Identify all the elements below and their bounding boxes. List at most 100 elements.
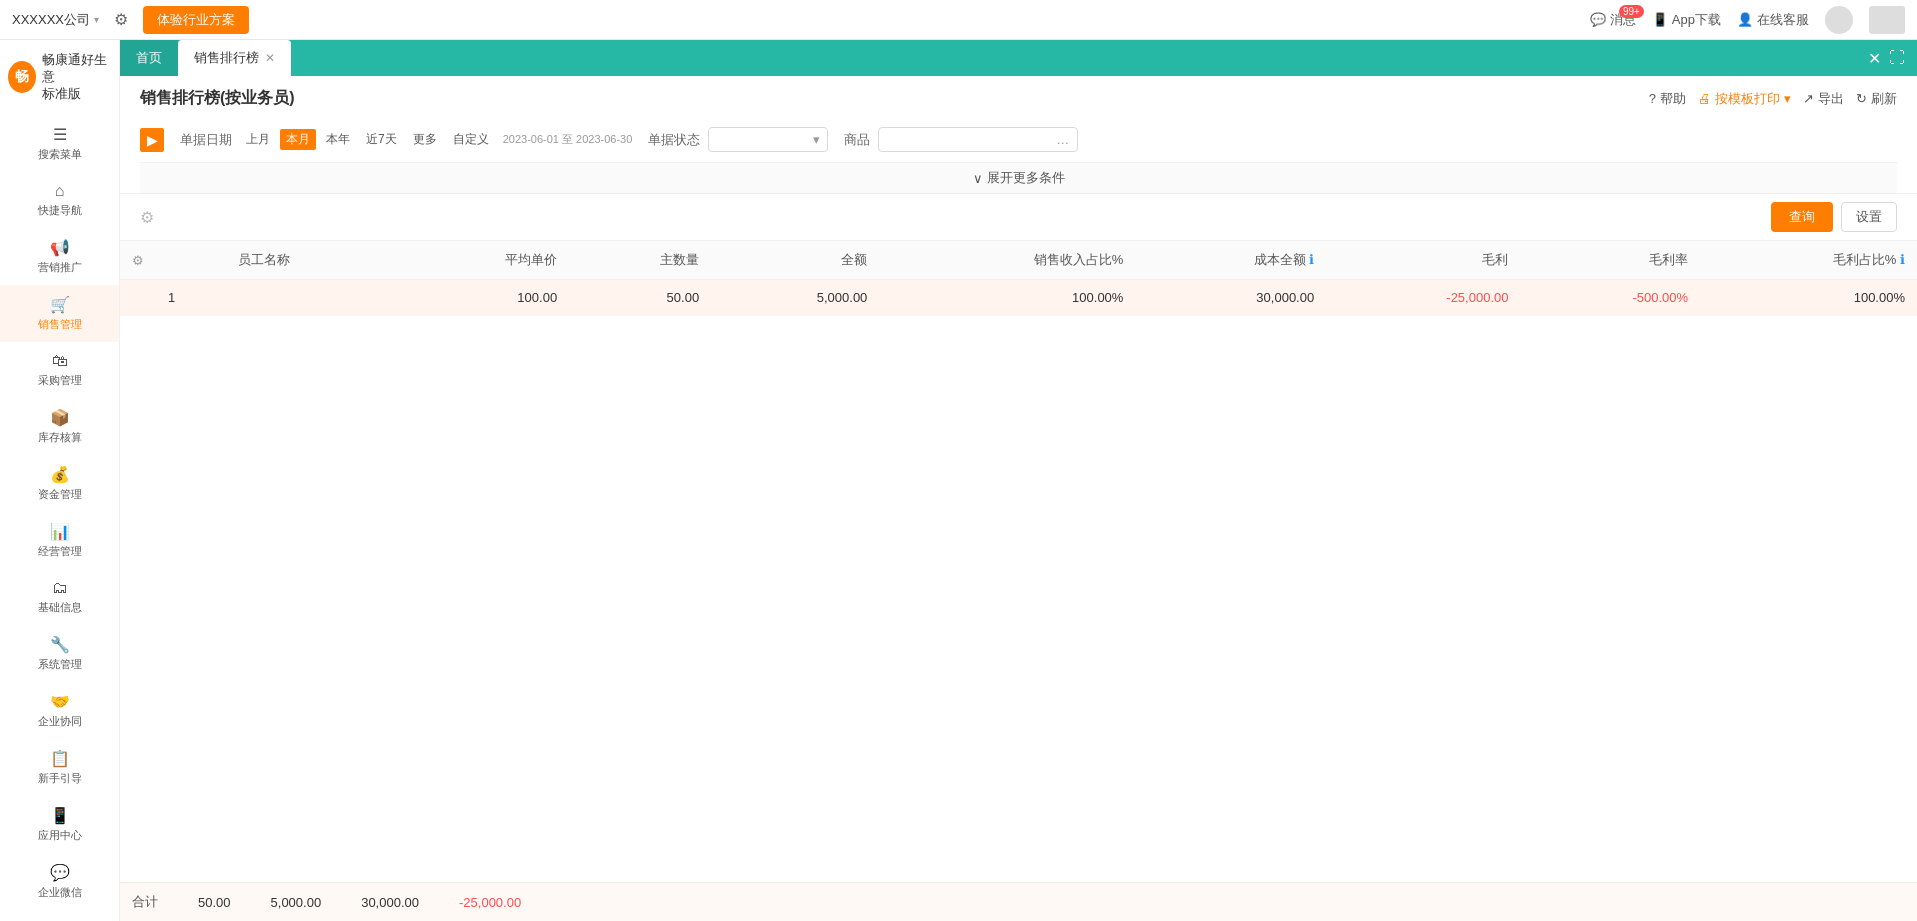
online-service-btn[interactable]: 👤 在线客服 [1737,11,1809,29]
footer-cost-amount: 30,000.00 [361,895,419,910]
print-btn[interactable]: 🖨 按模板打印 ▾ [1698,90,1791,108]
status-filter-group: 单据状态 ▾ [648,127,828,152]
sidebar-item-label: 营销推广 [38,260,82,275]
sales-icon: 🛒 [50,295,70,314]
sidebar-item-label: 应用中心 [38,828,82,843]
tab-bar: 首页 销售排行榜 ✕ ✕ ⛶ [120,40,1917,76]
sidebar-item-beginner-guide[interactable]: 📋 新手引导 [0,739,119,796]
sidebar-item-app-center[interactable]: 📱 应用中心 [0,796,119,853]
system-icon: 🔧 [50,635,70,654]
col-cost-amount: 成本全额 ℹ [1135,241,1326,280]
goods-more-icon[interactable]: … [1056,132,1069,147]
col-employee: 员工名称 [226,241,397,280]
sidebar-item-sales[interactable]: 🛒 销售管理 [0,285,119,342]
settings-button[interactable]: 设置 [1841,202,1897,232]
date-custom-btn[interactable]: 自定义 [447,129,495,150]
row-sales-pct: 100.00% [879,280,1135,316]
tab-close-all-btn[interactable]: ✕ [1868,49,1881,68]
row-avg-price: 100.00 [398,280,569,316]
beginner-guide-icon: 📋 [50,749,70,768]
avatar[interactable] [1825,6,1853,34]
tab-close-icon[interactable]: ✕ [265,51,275,65]
col-gross-profit: 毛利 [1326,241,1520,280]
sidebar-item-quick-nav[interactable]: ⌂ 快捷导航 [0,172,119,228]
toolbar-row: ⚙ 查询 设置 [120,194,1917,241]
row-settings [120,280,156,316]
sidebar-item-label: 经营管理 [38,544,82,559]
query-button[interactable]: 查询 [1771,202,1833,232]
filter-expand-btn[interactable]: ▶ [140,128,164,152]
expand-icon: ∨ [973,171,983,186]
online-service-label: 在线客服 [1757,11,1809,29]
sidebar-item-label: 基础信息 [38,600,82,615]
sidebar-item-enterprise-collab[interactable]: 🤝 企业协同 [0,682,119,739]
date-filter-label: 单据日期 [180,131,232,149]
col-gross-margin: 毛利率 [1520,241,1700,280]
footer-cost-item: 30,000.00 [361,895,419,910]
date-current-month-btn[interactable]: 本月 [280,129,316,150]
sidebar-item-vip[interactable]: V 畅会员 [0,910,119,921]
row-employee [226,280,397,316]
gross-pct-info-icon[interactable]: ℹ [1900,252,1905,267]
page-actions: ? 帮助 🖨 按模板打印 ▾ ↗ 导出 ↻ [1649,90,1897,108]
cost-info-icon[interactable]: ℹ [1309,252,1314,267]
footer-label: 合计 [132,893,158,911]
date-shortcuts: 上月 本月 本年 近7天 更多 自定义 [240,129,495,150]
data-table: ⚙ 员工名称 平均单价 主数量 全额 销售收入占比% 成本全额 ℹ 毛利 毛利率… [120,241,1917,316]
goods-filter-group: 商品 … [844,127,1078,152]
app-download-btn[interactable]: 📱 App下载 [1652,11,1721,29]
online-service-icon: 👤 [1737,12,1753,27]
sidebar-item-system[interactable]: 🔧 系统管理 [0,625,119,682]
footer-amount: 5,000.00 [271,895,322,910]
row-cost-amount: 30,000.00 [1135,280,1326,316]
refresh-btn[interactable]: ↻ 刷新 [1856,90,1897,108]
sidebar-item-enterprise-wechat[interactable]: 💬 企业微信 [0,853,119,910]
sales-rank-tab-label: 销售排行榜 [194,49,259,67]
column-settings-icon[interactable]: ⚙ [140,208,154,227]
logo-icon: 畅 [8,61,36,93]
sidebar-item-purchase[interactable]: 🛍 采购管理 [0,342,119,398]
settings-icon-btn[interactable]: ⚙ [107,6,135,34]
column-settings-area: ⚙ [140,208,1763,227]
status-select[interactable] [708,127,828,152]
table-footer: 合计 50.00 5,000.00 30,000.00 -25,000.00 [120,882,1917,921]
sidebar-item-inventory[interactable]: 📦 库存核算 [0,398,119,455]
date-more-btn[interactable]: 更多 [407,129,443,150]
export-btn[interactable]: ↗ 导出 [1803,90,1844,108]
sidebar-item-operation[interactable]: 📊 经营管理 [0,512,119,569]
expand-conditions-btn[interactable]: ∨ 展开更多条件 [973,169,1065,187]
tab-home[interactable]: 首页 [120,40,178,76]
sidebar-logo: 畅 畅康通好生意 标准版 [0,40,119,115]
sidebar-item-label: 新手引导 [38,771,82,786]
date-current-year-btn[interactable]: 本年 [320,129,356,150]
col-avg-price: 平均单价 [398,241,569,280]
company-selector[interactable]: XXXXXX公司 ▾ [12,11,99,29]
enterprise-wechat-icon: 💬 [50,863,70,882]
sidebar-item-finance[interactable]: 💰 资金管理 [0,455,119,512]
date-7days-btn[interactable]: 近7天 [360,129,403,150]
message-btn[interactable]: 💬 消息 99+ [1590,11,1636,29]
help-btn[interactable]: ? 帮助 [1649,90,1686,108]
row-gross-profit: -25,000.00 [1326,280,1520,316]
tab-fullscreen-btn[interactable]: ⛶ [1889,49,1905,67]
marketing-icon: 📢 [50,238,70,257]
trial-button[interactable]: 体验行业方案 [143,6,249,34]
date-prev-month-btn[interactable]: 上月 [240,129,276,150]
row-amount: 5,000.00 [711,280,879,316]
date-range: 2023-06-01 至 2023-06-30 [503,132,633,147]
table-header-row: ⚙ 员工名称 平均单价 主数量 全额 销售收入占比% 成本全额 ℹ 毛利 毛利率… [120,241,1917,280]
help-icon: ? [1649,91,1656,106]
tab-sales-rank[interactable]: 销售排行榜 ✕ [178,40,291,76]
app-download-icon: 📱 [1652,12,1668,27]
sidebar-item-label: 企业协同 [38,714,82,729]
sidebar-item-search-order[interactable]: ☰ 搜索菜单 [0,115,119,172]
sidebar-item-basic-info[interactable]: 🗂 基础信息 [0,569,119,625]
sidebar-item-label: 系统管理 [38,657,82,672]
refresh-icon: ↻ [1856,91,1867,106]
goods-filter-input[interactable]: … [878,127,1078,152]
page-title: 销售排行榜(按业务员) [140,88,295,109]
sidebar-item-label: 采购管理 [38,373,82,388]
print-icon: 🖨 [1698,91,1711,106]
sidebar-item-marketing[interactable]: 📢 营销推广 [0,228,119,285]
col-index [156,241,226,280]
